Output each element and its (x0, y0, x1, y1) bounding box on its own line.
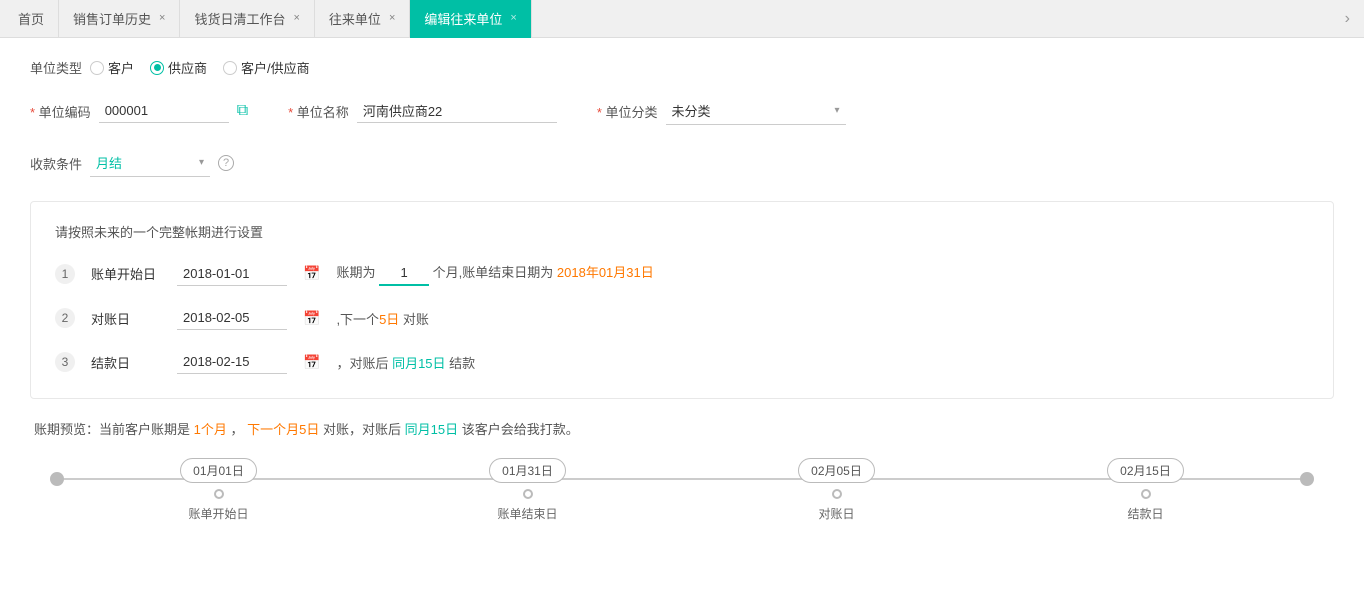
payment-terms-row: 收款条件 月结 ▾ ? (30, 149, 1334, 177)
radio-supplier[interactable]: 供应商 (150, 58, 207, 77)
close-icon[interactable]: × (510, 13, 516, 24)
timeline-badge-4: 02月15日 (1107, 458, 1184, 483)
period-num-2: 2 (55, 308, 75, 328)
tab-sales-history[interactable]: 销售订单历史 × (59, 0, 180, 38)
payment-terms-value: 月结 (96, 153, 195, 172)
tab-home[interactable]: 首页 (4, 0, 59, 38)
timeline-node-0 (50, 458, 64, 486)
timeline-container: 01月01日 账单开始日 01月31日 账单结束日 02月05日 对账日 02月… (50, 458, 1314, 548)
period-num-3: 3 (55, 352, 75, 372)
period-desc-2: ,下一个5日 对账 (336, 309, 428, 328)
timeline-node-3: 02月05日 对账日 (682, 458, 991, 522)
period-num-1: 1 (55, 264, 75, 284)
unit-info-row: 单位编码 ⧉ 单位名称 单位分类 未分类 ▾ (30, 97, 1334, 125)
calendar-icon-2[interactable]: 📅 (303, 310, 320, 327)
period-row-2: 2 对账日 📅 ,下一个5日 对账 (55, 306, 1309, 330)
preview-payment-day: 同月15日 (405, 422, 458, 437)
period-label-payment: 结款日 (91, 353, 161, 372)
unit-category-value: 未分类 (672, 101, 831, 120)
unit-type-row: 单位类型 客户 供应商 客户/供应商 (30, 58, 1334, 77)
period-label-start: 账单开始日 (91, 264, 161, 283)
help-icon[interactable]: ? (218, 155, 234, 171)
radio-circle-supplier (150, 61, 164, 75)
payment-day-highlight: 同月15日 (392, 356, 445, 371)
timeline-dot-end (1300, 472, 1314, 486)
timeline-node-4: 02月15日 结款日 (991, 458, 1300, 522)
preview-suffix: 该客户会给我打款。 (462, 422, 579, 437)
radio-both-label: 客户/供应商 (241, 58, 310, 77)
timeline-label-2: 账单结束日 (497, 505, 557, 522)
unit-type-label: 单位类型 (30, 58, 82, 77)
preview-mid1: ， (231, 422, 244, 437)
chevron-down-icon: ▾ (834, 105, 839, 116)
timeline-node-end (1300, 458, 1314, 486)
period-row-3: 3 结款日 📅 ，对账后 同月15日 结款 (55, 350, 1309, 374)
timeline-dot-1 (214, 489, 224, 499)
unit-name-input[interactable] (357, 99, 557, 123)
tab-edit-partner[interactable]: 编辑往来单位 × (410, 0, 531, 38)
preview-mid2: 对账，对账后 (323, 422, 401, 437)
radio-circle-customer (90, 61, 104, 75)
payment-terms-dropdown[interactable]: 月结 ▾ (90, 149, 210, 177)
radio-circle-both (223, 61, 237, 75)
timeline-dot-0 (50, 472, 64, 486)
unit-code-group: 单位编码 ⧉ (30, 99, 248, 123)
preview-months: 1个月 (194, 422, 227, 437)
period-title: 请按照未来的一个完整帐期进行设置 (55, 222, 1309, 241)
reconcile-date-input[interactable] (177, 306, 287, 330)
period-desc-3: ，对账后 同月15日 结款 (336, 353, 475, 372)
unit-name-label: 单位名称 (288, 102, 349, 121)
timeline-dot-4 (1141, 489, 1151, 499)
timeline-dot-3 (832, 489, 842, 499)
calendar-icon-1[interactable]: 📅 (303, 265, 320, 282)
timeline-label-4: 结款日 (1127, 505, 1163, 522)
tab-daily-clear[interactable]: 钱货日清工作台 × (180, 0, 314, 38)
start-date-input[interactable] (177, 262, 287, 286)
radio-supplier-label: 供应商 (168, 58, 207, 77)
unit-code-input[interactable] (99, 99, 229, 123)
timeline-node-2: 01月31日 账单结束日 (373, 458, 682, 522)
copy-icon[interactable]: ⧉ (237, 102, 248, 120)
period-desc-1: 账期为 个月,账单结束日期为 2018年01月31日 (336, 261, 653, 286)
chevron-down-icon: ▾ (199, 157, 204, 168)
timeline-badge-1: 01月01日 (180, 458, 257, 483)
timeline-nodes: 01月01日 账单开始日 01月31日 账单结束日 02月05日 对账日 02月… (50, 458, 1314, 522)
timeline-badge-2: 01月31日 (489, 458, 566, 483)
unit-category-group: 单位分类 未分类 ▾ (597, 97, 846, 125)
timeline-dot-2 (523, 489, 533, 499)
timeline-badge-3: 02月05日 (798, 458, 875, 483)
payment-terms-group: 收款条件 月结 ▾ ? (30, 149, 234, 177)
preview-reconcile-day: 下一个月5日 (247, 422, 319, 437)
unit-category-dropdown[interactable]: 未分类 ▾ (666, 97, 846, 125)
radio-customer-label: 客户 (108, 58, 134, 77)
radio-group-type: 客户 供应商 客户/供应商 (90, 58, 310, 77)
radio-both[interactable]: 客户/供应商 (223, 58, 310, 77)
unit-name-group: 单位名称 (288, 99, 557, 123)
radio-customer[interactable]: 客户 (90, 58, 134, 77)
period-settings-box: 请按照未来的一个完整帐期进行设置 1 账单开始日 📅 账期为 个月,账单结束日期… (30, 201, 1334, 399)
timeline-label-3: 对账日 (818, 505, 854, 522)
close-icon[interactable]: × (293, 13, 299, 24)
payment-date-input[interactable] (177, 350, 287, 374)
tab-partners[interactable]: 往来单位 × (315, 0, 410, 38)
content-area: 单位类型 客户 供应商 客户/供应商 单位编码 ⧉ (0, 38, 1364, 608)
tab-bar: 首页 销售订单历史 × 钱货日清工作台 × 往来单位 × 编辑往来单位 × › (0, 0, 1364, 38)
close-icon[interactable]: × (159, 13, 165, 24)
tab-more-button[interactable]: › (1335, 10, 1360, 28)
preview-prefix: 账期预览：当前客户账期是 (34, 422, 190, 437)
period-row-1: 1 账单开始日 📅 账期为 个月,账单结束日期为 2018年01月31日 (55, 261, 1309, 286)
reconcile-day-highlight: 5日 (379, 312, 399, 327)
unit-code-label: 单位编码 (30, 102, 91, 121)
timeline-node-1: 01月01日 账单开始日 (64, 458, 373, 522)
calendar-icon-3[interactable]: 📅 (303, 354, 320, 371)
payment-terms-label: 收款条件 (30, 154, 82, 173)
close-icon[interactable]: × (389, 13, 395, 24)
unit-type-group: 单位类型 客户 供应商 客户/供应商 (30, 58, 310, 77)
period-months-input[interactable] (379, 261, 429, 286)
unit-category-label: 单位分类 (597, 102, 658, 121)
preview-text: 账期预览：当前客户账期是 1个月 ， 下一个月5日 对账，对账后 同月15日 该… (30, 419, 1334, 438)
period-end-date: 2018年01月31日 (557, 265, 654, 280)
timeline-label-1: 账单开始日 (188, 505, 248, 522)
period-label-reconcile: 对账日 (91, 309, 161, 328)
